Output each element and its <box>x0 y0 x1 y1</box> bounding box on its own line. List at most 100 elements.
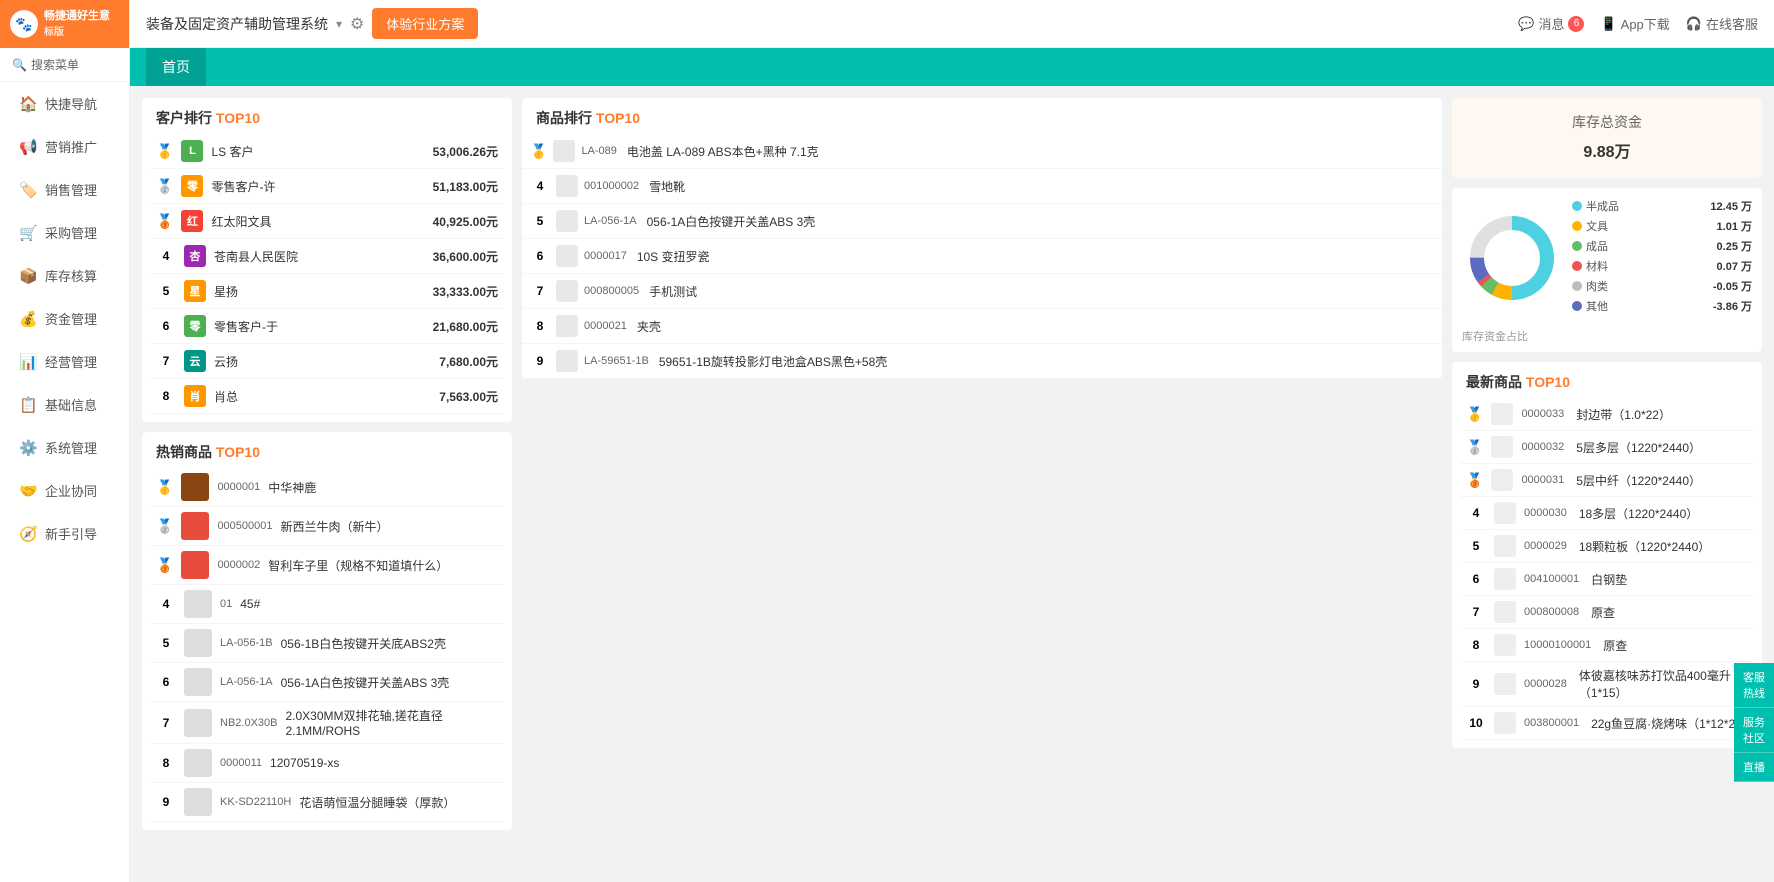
float-btn-community[interactable]: 服务社区 <box>1734 708 1774 753</box>
legend-value: 0.25 万 <box>1717 238 1752 254</box>
main-area: 装备及固定资产辅助管理系统 ▾ ⚙ 体验行业方案 💬 消息 6 📱 App下载 … <box>130 0 1774 882</box>
float-btn-service[interactable]: 客服热线 <box>1734 663 1774 708</box>
product-image <box>181 473 209 501</box>
product-name: 花语萌恒温分腿睡袋（厚款） <box>299 794 498 811</box>
product-code: 01 <box>220 598 232 610</box>
sidebar-item-inventory[interactable]: 📦 库存核算 <box>0 254 129 297</box>
inventory-value: 9.88万 <box>1466 132 1748 164</box>
customer-rank-list: 🥇 L LS 客户 53,006.26元 🥈 零 零售客户-许 51,183.0… <box>142 134 512 422</box>
product-name: 45# <box>240 597 498 611</box>
sidebar-item-marketing[interactable]: 📢 营销推广 <box>0 125 129 168</box>
sidebar-item-quick-nav[interactable]: 🏠 快捷导航 <box>0 82 129 125</box>
customer-value: 36,600.00元 <box>433 248 498 265</box>
logo-icon: 🐾 <box>10 10 38 38</box>
sidebar-item-coop[interactable]: 🤝 企业协同 <box>0 469 129 512</box>
product-image <box>556 350 578 372</box>
product-name: 10S 变扭罗瓷 <box>637 248 1434 265</box>
list-item: 5 LA-056-1A 056-1A白色按键开关盖ABS 3壳 <box>522 204 1442 239</box>
list-item: 4 01 45# <box>150 585 504 624</box>
sales-icon: 🏷️ <box>19 181 37 199</box>
sidebar-item-sales[interactable]: 🏷️ 销售管理 <box>0 168 129 211</box>
logo-sub: 标版 <box>44 23 110 38</box>
product-image <box>1494 601 1516 623</box>
list-item: 🥈 000500001 新西兰牛肉（新牛） <box>150 507 504 546</box>
sidebar-item-label: 系统管理 <box>45 438 97 457</box>
finance-icon: 💰 <box>19 310 37 328</box>
product-name: 原查 <box>1603 637 1748 654</box>
sidebar-item-label: 采购管理 <box>45 223 97 242</box>
product-code: 001000002 <box>584 180 639 192</box>
inventory-sub-label: 库存资金占比 <box>1452 328 1762 352</box>
rank-number: 7 <box>530 284 550 298</box>
medal-icon: 🥉 <box>156 557 173 574</box>
product-code: 003800001 <box>1524 717 1579 729</box>
topbar-right: 💬 消息 6 📱 App下载 🎧 在线客服 <box>1518 14 1758 33</box>
sidebar-item-purchase[interactable]: 🛒 采购管理 <box>0 211 129 254</box>
product-rank-title: 商品排行 TOP10 <box>522 98 1442 134</box>
legend-label: 文具 <box>1586 218 1713 234</box>
product-name: 5层多层（1220*2440） <box>1576 439 1748 456</box>
dropdown-icon[interactable]: ▾ <box>336 17 342 31</box>
sidebar-item-finance[interactable]: 💰 资金管理 <box>0 297 129 340</box>
hot-products-card: 热销商品 TOP10 🥇 0000001 中华神鹿 🥈 000500001 新西… <box>142 432 512 830</box>
search-menu[interactable]: 🔍 搜索菜单 <box>0 48 129 82</box>
sidebar-item-label: 快捷导航 <box>45 94 97 113</box>
table-row: 5 星 星扬 33,333.00元 <box>150 274 504 309</box>
app-download-btn[interactable]: 📱 App下载 <box>1600 14 1669 33</box>
customer-name: 零售客户-许 <box>211 178 424 195</box>
list-item: 9 0000028 体彼嘉核味苏打饮品400毫升（1*15） <box>1460 662 1754 707</box>
trial-button[interactable]: 体验行业方案 <box>372 8 478 39</box>
list-item: 6 0000017 10S 变扭罗瓷 <box>522 239 1442 274</box>
product-name: 18多层（1220*2440） <box>1579 505 1748 522</box>
legend-dot <box>1572 221 1582 231</box>
float-btn-live[interactable]: 直播 <box>1734 753 1774 782</box>
legend-item: 文具 1.01 万 <box>1572 218 1752 234</box>
home-nav-label: 首页 <box>162 57 190 77</box>
product-image <box>556 175 578 197</box>
list-item: 🥉 0000031 5层中纤（1220*2440） <box>1460 464 1754 497</box>
table-row: 🥇 L LS 客户 53,006.26元 <box>150 134 504 169</box>
rank-number: 7 <box>1466 605 1486 619</box>
online-service-btn[interactable]: 🎧 在线客服 <box>1686 14 1758 33</box>
list-item: 🥇 0000001 中华神鹿 <box>150 468 504 507</box>
sidebar-item-guide[interactable]: 🧭 新手引导 <box>0 512 129 555</box>
message-btn[interactable]: 💬 消息 6 <box>1518 14 1584 33</box>
customer-value: 33,333.00元 <box>433 283 498 300</box>
legend-item: 肉类 -0.05 万 <box>1572 278 1752 294</box>
avatar: 云 <box>184 350 206 372</box>
product-name: 056-1B白色按键开关底ABS2壳 <box>281 635 498 652</box>
customer-name: 零售客户-于 <box>214 318 425 335</box>
product-code: 000800008 <box>1524 606 1579 618</box>
rank-number: 8 <box>156 756 176 770</box>
list-item: 8 0000011 12070519-xs <box>150 744 504 783</box>
sidebar-item-operations[interactable]: 📊 经营管理 <box>0 340 129 383</box>
customer-value: 51,183.00元 <box>433 178 498 195</box>
product-image <box>1494 568 1516 590</box>
sidebar-item-label: 企业协同 <box>45 481 97 500</box>
rank-number: 6 <box>1466 572 1486 586</box>
table-row: 7 云 云扬 7,680.00元 <box>150 344 504 379</box>
rank-number: 9 <box>156 795 176 809</box>
rank-number: 4 <box>156 597 176 611</box>
list-item: 8 0000021 夹壳 <box>522 309 1442 344</box>
product-code: KK-SD22110H <box>220 796 291 808</box>
float-buttons: 客服热线 服务社区 直播 <box>1734 663 1774 782</box>
nav-home[interactable]: 首页 <box>146 48 206 86</box>
product-name: 智利车子里（规格不知道填什么） <box>268 557 498 574</box>
product-image <box>1494 502 1516 524</box>
rank-number: 5 <box>156 636 176 650</box>
sidebar-item-system[interactable]: ⚙️ 系统管理 <box>0 426 129 469</box>
sidebar-item-basic-info[interactable]: 📋 基础信息 <box>0 383 129 426</box>
gear-icon[interactable]: ⚙ <box>350 14 364 34</box>
inventory-summary-card: 库存总资金 9.88万 <box>1452 98 1762 178</box>
product-image <box>184 590 212 618</box>
rank-number: 8 <box>1466 638 1486 652</box>
product-code: 000800005 <box>584 285 639 297</box>
rank-number: 10 <box>1466 716 1486 730</box>
product-code: LA-056-1A <box>220 676 273 688</box>
customer-name: 云扬 <box>214 353 431 370</box>
legend-label: 半成品 <box>1586 198 1706 214</box>
list-item: 6 LA-056-1A 056-1A白色按键开关盖ABS 3壳 <box>150 663 504 702</box>
product-image <box>1491 403 1513 425</box>
product-image <box>1494 712 1516 734</box>
